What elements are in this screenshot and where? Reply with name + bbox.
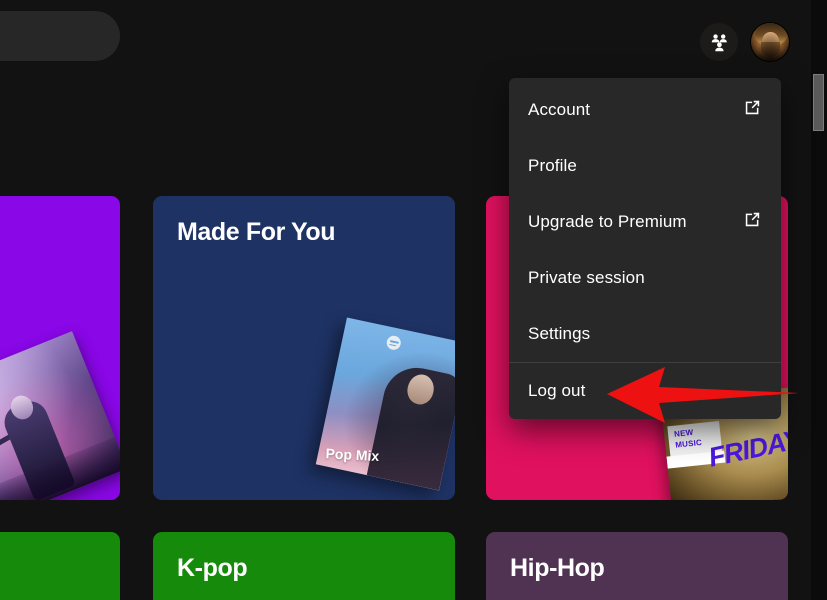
- top-bar-actions: [700, 22, 790, 62]
- card-hiphop[interactable]: Hip-Hop: [486, 532, 788, 600]
- pop-mix-album-artwork: Pop Mix: [315, 317, 455, 491]
- account-dropdown-menu: Account Profile Upgrade to Premium Priva…: [509, 78, 781, 419]
- menu-item-upgrade-label: Upgrade to Premium: [528, 212, 687, 231]
- menu-item-upgrade-to-premium[interactable]: Upgrade to Premium: [509, 194, 781, 250]
- external-link-icon: [743, 210, 762, 234]
- user-avatar[interactable]: [750, 22, 790, 62]
- menu-item-settings[interactable]: Settings: [509, 306, 781, 362]
- menu-item-private-session[interactable]: Private session: [509, 250, 781, 306]
- menu-item-private-session-label: Private session: [528, 268, 645, 287]
- menu-item-settings-label: Settings: [528, 324, 591, 343]
- menu-item-profile[interactable]: Profile: [509, 138, 781, 194]
- vertical-scrollbar-track[interactable]: [811, 0, 827, 600]
- new-music-chip-line2: MUSIC: [674, 437, 703, 450]
- card-kpop[interactable]: K-pop: [153, 532, 455, 600]
- card-made-for-you-title: Made For You: [177, 218, 336, 246]
- card-green[interactable]: [0, 532, 120, 600]
- menu-item-account-label: Account: [528, 100, 591, 119]
- navigation-pill[interactable]: [0, 11, 120, 61]
- top-bar: [0, 0, 827, 74]
- menu-item-log-out-label: Log out: [528, 381, 586, 400]
- new-music-chip-line1: NEW: [673, 427, 694, 439]
- vertical-scrollbar-thumb[interactable]: [813, 74, 824, 131]
- avatar-vignette: [751, 23, 789, 61]
- spotify-logo-icon: [385, 334, 403, 352]
- friends-icon: [709, 32, 730, 53]
- external-link-icon: [743, 98, 762, 122]
- card-live-events[interactable]: s: [0, 196, 120, 500]
- spotify-web-player: s Made For You Pop Mix NEW MUSIC FRIDAY: [0, 0, 827, 600]
- card-kpop-title: K-pop: [177, 554, 248, 582]
- live-concert-artwork: [0, 331, 120, 500]
- friend-activity-button[interactable]: [700, 23, 738, 61]
- menu-item-log-out[interactable]: Log out: [509, 363, 781, 419]
- card-hiphop-title: Hip-Hop: [510, 554, 605, 582]
- pop-mix-label: Pop Mix: [325, 445, 380, 465]
- card-made-for-you[interactable]: Made For You Pop Mix: [153, 196, 455, 500]
- menu-item-account[interactable]: Account: [509, 82, 781, 138]
- menu-item-profile-label: Profile: [528, 156, 577, 175]
